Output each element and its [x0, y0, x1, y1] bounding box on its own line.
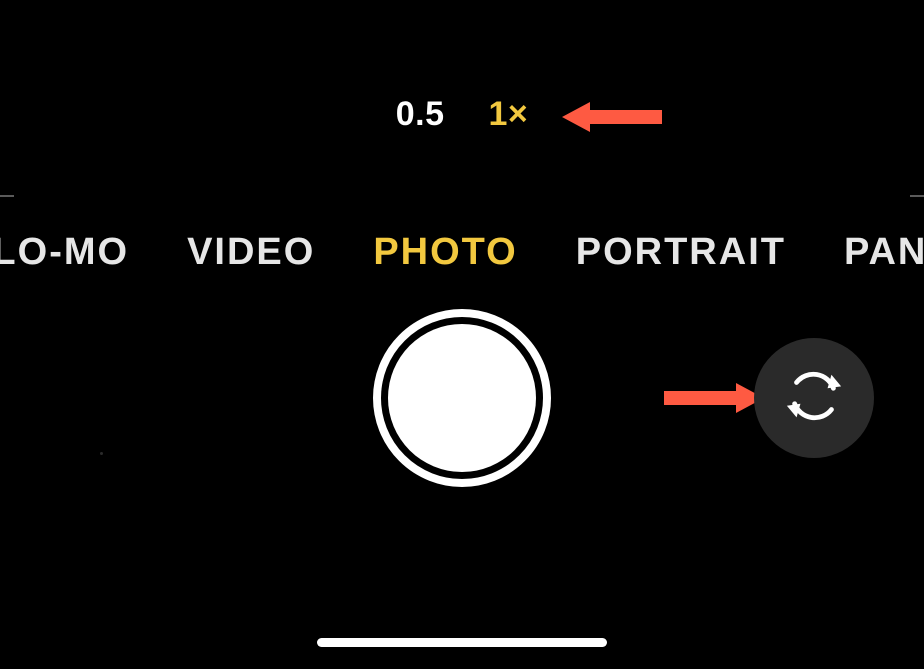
viewfinder-frame-edge: [910, 195, 924, 197]
shutter-button[interactable]: [373, 309, 551, 487]
mode-video[interactable]: VIDEO: [187, 231, 315, 274]
flip-camera-icon: [783, 365, 845, 432]
flip-camera-button[interactable]: [754, 338, 874, 458]
mode-pano[interactable]: PANO: [844, 231, 924, 274]
viewfinder-frame-edge: [0, 195, 14, 197]
camera-mode-strip[interactable]: SLO-MO VIDEO PHOTO PORTRAIT PANO: [0, 231, 924, 274]
mode-slo-mo[interactable]: SLO-MO: [0, 231, 129, 274]
home-indicator[interactable]: [317, 638, 607, 647]
zoom-option-1x[interactable]: 1×: [489, 95, 529, 134]
artifact-speck: [100, 452, 103, 455]
zoom-option-0-5x[interactable]: 0.5: [396, 95, 445, 134]
mode-portrait[interactable]: PORTRAIT: [576, 231, 786, 274]
annotation-arrow-flip: [664, 379, 764, 417]
zoom-selector: 0.5 1×: [0, 95, 924, 134]
shutter-inner: [388, 324, 536, 472]
mode-photo[interactable]: PHOTO: [373, 231, 517, 274]
